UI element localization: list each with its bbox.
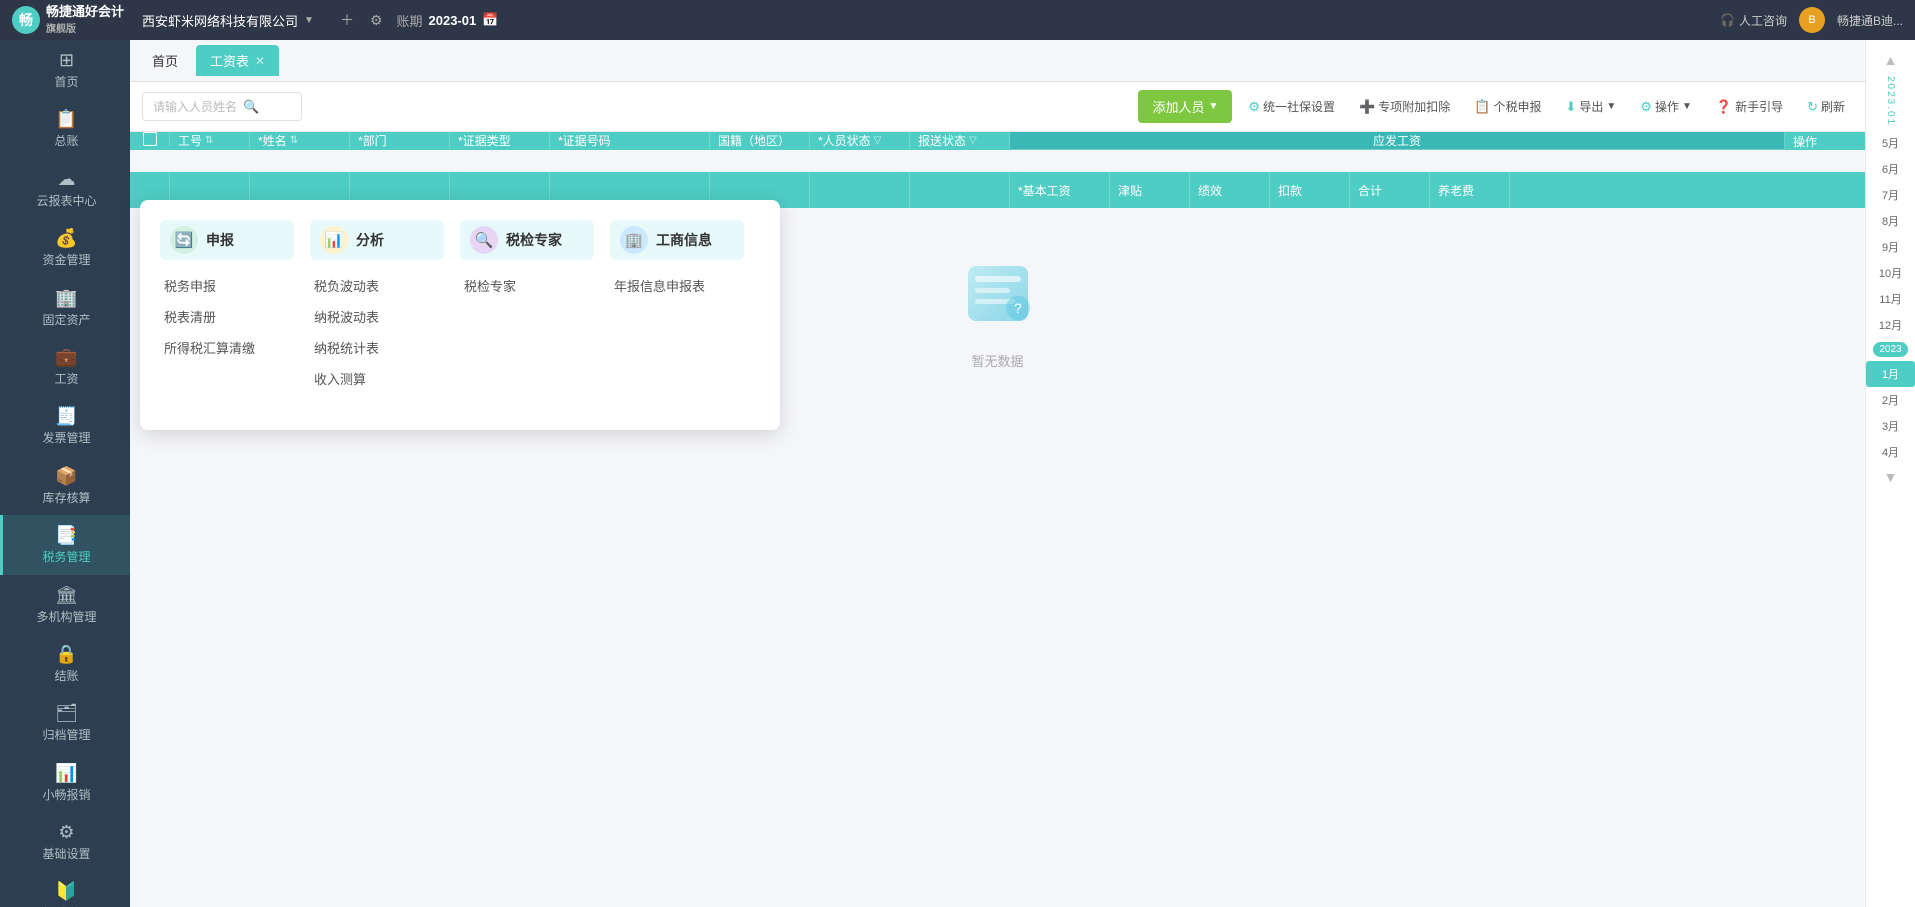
dropdown-menu: 🔄 申报 税务申报 税表清册 所得税汇算清缴 📊 分析 税负波动表 纳税波动表 … xyxy=(140,200,780,430)
business-title: 工商信息 xyxy=(656,230,712,250)
tax-expert-icon: 🔍 xyxy=(470,226,498,254)
menu-item-tax-declare[interactable]: 税务申报 xyxy=(160,270,294,301)
menu-section-title-declaration: 🔄 申报 xyxy=(160,220,294,260)
menu-section-analysis: 📊 分析 税负波动表 纳税波动表 纳税统计表 收入测算 xyxy=(310,220,460,410)
menu-section-declaration: 🔄 申报 税务申报 税表清册 所得税汇算清缴 xyxy=(160,220,310,410)
menu-section-title-analysis: 📊 分析 xyxy=(310,220,444,260)
declaration-title: 申报 xyxy=(206,230,234,250)
menu-section-tax-expert: 🔍 税检专家 税检专家 xyxy=(460,220,610,410)
menu-section-business: 🏢 工商信息 年报信息申报表 xyxy=(610,220,760,410)
menu-item-tax-table[interactable]: 税表清册 xyxy=(160,301,294,332)
tax-expert-title: 税检专家 xyxy=(506,230,562,250)
dropdown-overlay: 🔄 申报 税务申报 税表清册 所得税汇算清缴 📊 分析 税负波动表 纳税波动表 … xyxy=(0,0,1915,907)
menu-item-tax-burden[interactable]: 税负波动表 xyxy=(310,270,444,301)
analysis-title: 分析 xyxy=(356,230,384,250)
menu-item-annual-report[interactable]: 年报信息申报表 xyxy=(610,270,744,301)
analysis-icon: 📊 xyxy=(320,226,348,254)
menu-item-income-tax[interactable]: 所得税汇算清缴 xyxy=(160,332,294,363)
menu-item-income-calc[interactable]: 收入测算 xyxy=(310,363,444,394)
menu-item-tax-expert[interactable]: 税检专家 xyxy=(460,270,594,301)
business-icon: 🏢 xyxy=(620,226,648,254)
menu-item-tax-stats[interactable]: 纳税统计表 xyxy=(310,332,444,363)
declaration-icon: 🔄 xyxy=(170,226,198,254)
menu-section-title-business: 🏢 工商信息 xyxy=(610,220,744,260)
menu-item-tax-fluctuation[interactable]: 纳税波动表 xyxy=(310,301,444,332)
menu-section-title-tax-expert: 🔍 税检专家 xyxy=(460,220,594,260)
